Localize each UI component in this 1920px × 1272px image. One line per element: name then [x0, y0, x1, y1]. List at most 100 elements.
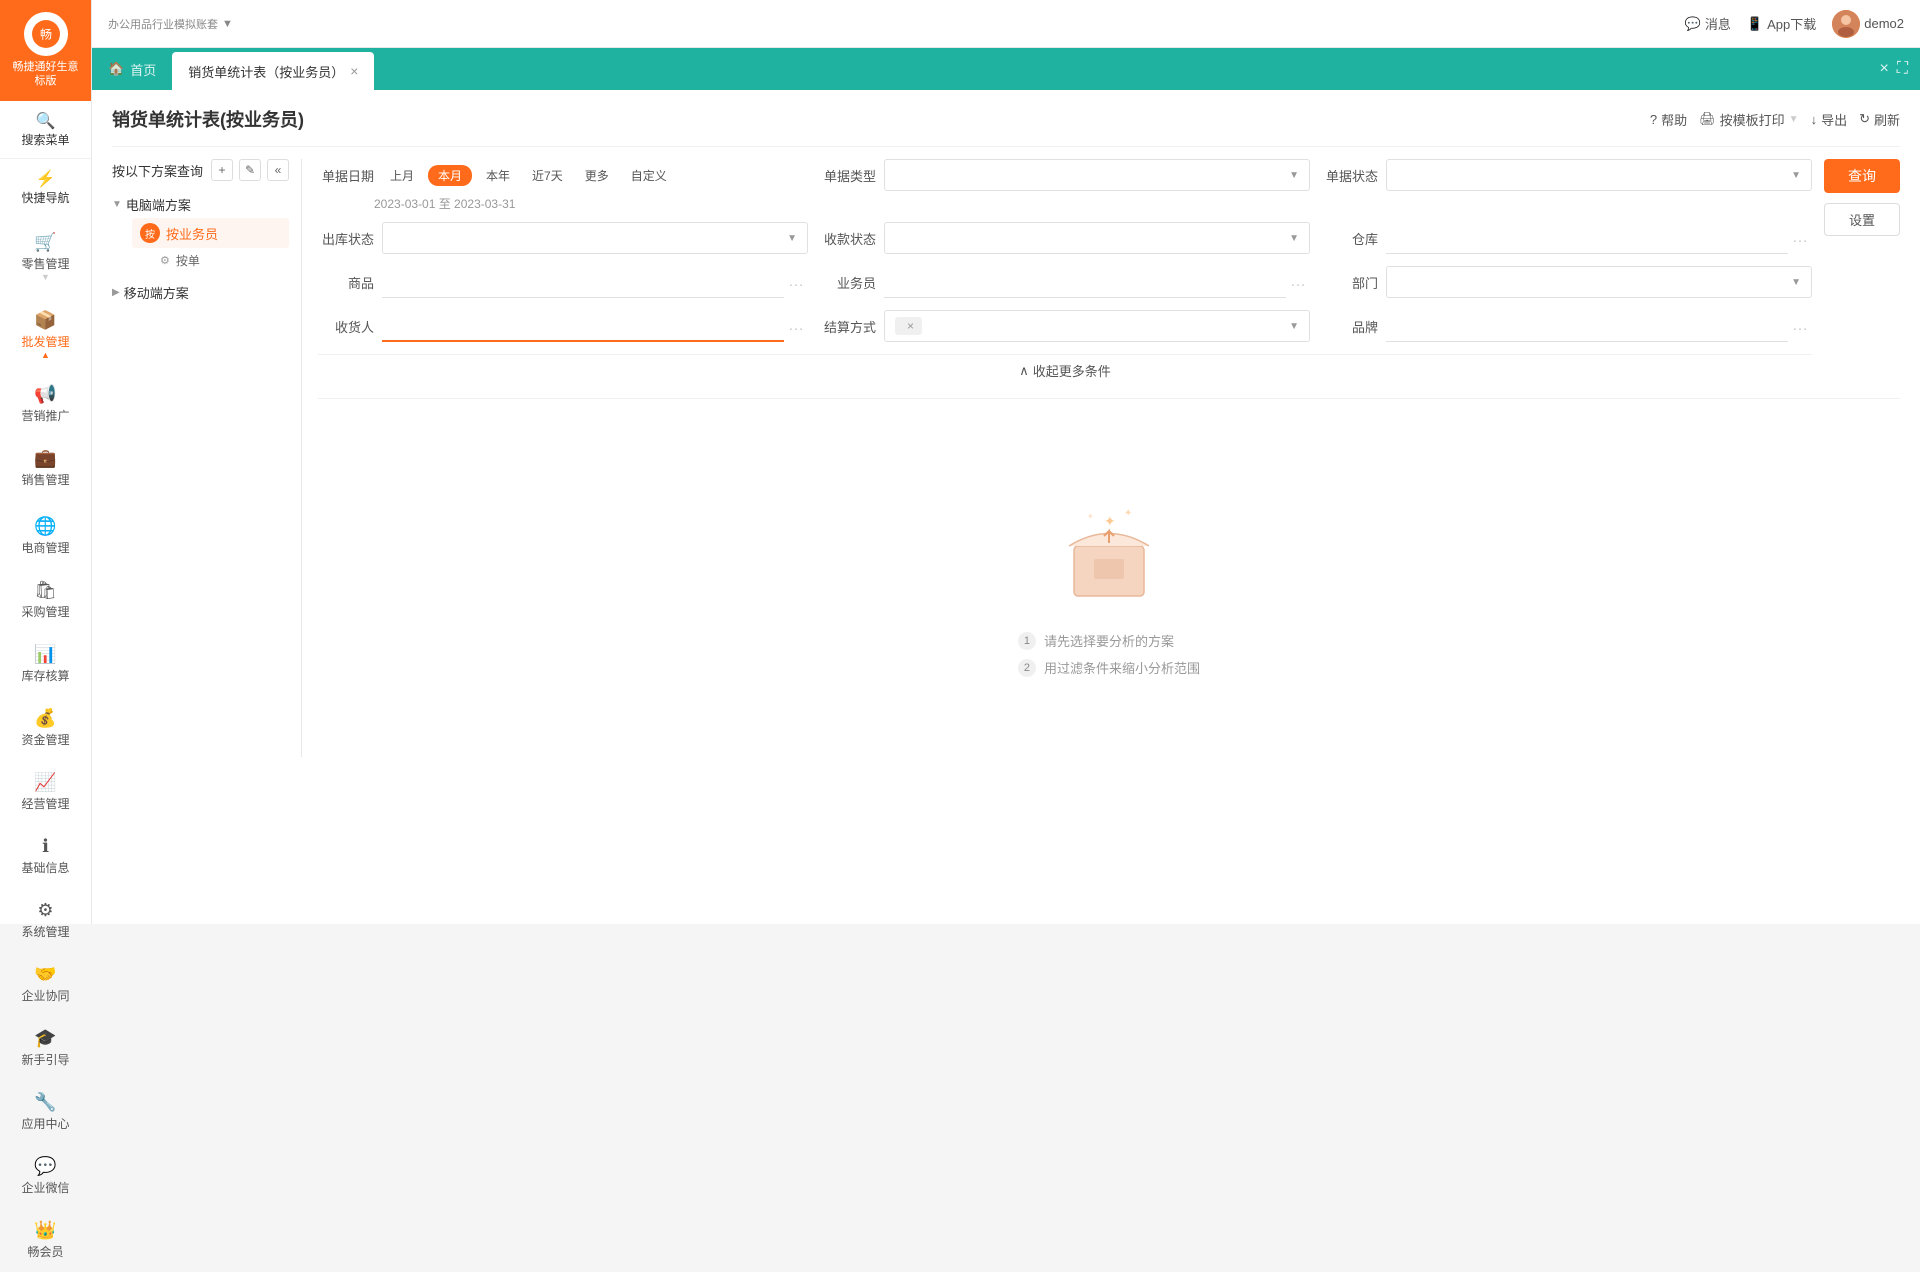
sidebar-item-sales[interactable]: 💼 销售管理	[0, 436, 91, 500]
sidebar-item-marketing[interactable]: 📢 营销推广	[0, 372, 91, 436]
refresh-btn[interactable]: ↻ 刷新	[1859, 110, 1900, 129]
date-btn-last-month[interactable]: 上月	[382, 165, 422, 186]
filter-out-status: 出库状态 ▼	[318, 222, 808, 254]
sidebar-item-purchase[interactable]: 🛍 采购管理	[0, 568, 91, 632]
collapse-btn[interactable]: ∧ 收起更多条件	[1019, 361, 1111, 380]
help-btn[interactable]: ? 帮助	[1650, 110, 1687, 129]
sidebar-item-finance[interactable]: 💰 资金管理	[0, 696, 91, 760]
desktop-section-label: 电脑端方案	[126, 195, 191, 214]
salesperson-dots-icon[interactable]: …	[1286, 273, 1310, 291]
brand-dots-icon[interactable]: …	[1788, 317, 1812, 335]
app-logo[interactable]: 畅 畅捷通好生意 标版	[0, 0, 91, 101]
add-scheme-btn[interactable]: +	[211, 159, 233, 181]
desktop-children: 按 按业务员 ⚙ 按单	[112, 218, 289, 273]
empty-text: 1 请先选择要分析的方案 2 用过滤条件来缩小分析范围	[1018, 631, 1200, 677]
warehouse-dots-icon[interactable]: …	[1788, 229, 1812, 247]
sidebar: 畅 畅捷通好生意 标版 🔍 搜索菜单 ⚡ 快捷导航 🛒 零售管理 ▼ 📦 批发管…	[0, 0, 92, 924]
sidebar-item-operation[interactable]: 📈 经营管理	[0, 760, 91, 824]
message-label: 消息	[1705, 14, 1731, 33]
left-panel-title: 按以下方案查询	[112, 161, 203, 180]
scheme-by-salesperson-label: 按业务员	[166, 224, 218, 243]
user-profile[interactable]: demo2	[1832, 10, 1904, 38]
salesperson-input[interactable]	[884, 266, 1286, 298]
scheme-by-salesperson[interactable]: 按 按业务员	[132, 218, 289, 248]
scheme-by-order[interactable]: ⚙ 按单	[132, 248, 289, 273]
sidebar-item-search[interactable]: 🔍 搜索菜单	[0, 101, 91, 159]
mobile-section-header[interactable]: ▶ 移动端方案	[112, 279, 289, 306]
sidebar-item-newbie[interactable]: 🎓 新手引导	[0, 1016, 91, 1080]
btn-group: 查询 设置	[1824, 159, 1900, 236]
header-left: 办公用品行业模拟账套 ▼	[108, 16, 233, 32]
empty-state: ✦ ✦ ✦ 1 请先选择要分析的方案	[318, 411, 1900, 757]
date-btn-this-year[interactable]: 本年	[478, 165, 518, 186]
collapse-panel-btn[interactable]: «	[267, 159, 289, 181]
out-status-select[interactable]: ▼	[382, 222, 808, 254]
date-btn-7days[interactable]: 近7天	[524, 165, 571, 186]
main-area: 办公用品行业模拟账套 ▼ 💬 消息 📱 App下载	[92, 0, 1920, 924]
svg-text:✦: ✦	[1124, 508, 1132, 519]
date-btn-custom[interactable]: 自定义	[623, 165, 675, 186]
warehouse-input[interactable]	[1386, 222, 1788, 254]
sidebar-item-inventory[interactable]: 📊 库存核算	[0, 632, 91, 696]
tab-close-icon[interactable]: ×	[350, 64, 358, 78]
consignee-dots-icon[interactable]: …	[784, 317, 808, 335]
sidebar-item-system[interactable]: ⚙ 系统管理	[0, 888, 91, 952]
filter-dept: 部门 ▼	[1322, 266, 1812, 298]
warehouse-input-wrap: …	[1386, 222, 1812, 254]
sidebar-item-apps[interactable]: 🔧 应用中心	[0, 1080, 91, 1144]
filter-payment-method: 结算方式 × ▼	[820, 310, 1310, 342]
tab-bar: 🏠 首页 销货单统计表（按业务员） × × ⛶	[92, 48, 1920, 90]
receipt-status-select[interactable]: ▼	[884, 222, 1310, 254]
query-btn[interactable]: 查询	[1824, 159, 1900, 193]
tab-sales-stat[interactable]: 销货单统计表（按业务员） ×	[172, 52, 374, 90]
sidebar-item-retail[interactable]: 🛒 零售管理 ▼	[0, 220, 91, 294]
payment-method-tag-close-btn[interactable]: ×	[907, 319, 914, 333]
sidebar-item-ecommerce[interactable]: 🌐 电商管理	[0, 504, 91, 568]
goods-input[interactable]	[382, 266, 784, 298]
sidebar-item-member[interactable]: 👑 畅会员	[0, 1208, 91, 1272]
filter-brand: 品牌 …	[1322, 310, 1812, 342]
message-action[interactable]: 💬 消息	[1685, 14, 1731, 33]
payment-method-tag: ×	[895, 317, 922, 335]
print-btn[interactable]: 🖨 按模板打印 ▼	[1699, 110, 1798, 129]
out-status-arrow-icon: ▼	[787, 233, 797, 244]
empty-step-2: 2 用过滤条件来缩小分析范围	[1018, 658, 1200, 677]
scheme-by-order-label: 按单	[176, 252, 200, 269]
tab-home[interactable]: 🏠 首页	[92, 48, 172, 90]
doc-status-select[interactable]: ▼	[1386, 159, 1812, 191]
export-btn[interactable]: ↓ 导出	[1811, 110, 1848, 129]
goods-dots-icon[interactable]: …	[784, 273, 808, 291]
dept-select[interactable]: ▼	[1386, 266, 1812, 298]
date-label: 单据日期	[318, 166, 374, 185]
payment-method-select[interactable]: × ▼	[884, 310, 1310, 342]
right-panel: 单据日期 上月 本月 本年 近7天 更多 自定义	[302, 159, 1900, 757]
filter-row-3: 商品 … 业务员	[318, 266, 1812, 298]
filter-doc-status: 单据状态 ▼	[1322, 159, 1812, 191]
title-actions: ? 帮助 🖨 按模板打印 ▼ ↓ 导出 ↻ 刷新	[1650, 110, 1900, 129]
settings-btn[interactable]: 设置	[1824, 203, 1900, 236]
out-status-label: 出库状态	[318, 229, 374, 248]
scheme-icon: 按	[140, 223, 160, 243]
edit-scheme-btn[interactable]: ✎	[239, 159, 261, 181]
app-download-action[interactable]: 📱 App下载	[1747, 14, 1816, 33]
brand-input[interactable]	[1386, 310, 1788, 342]
desktop-section-header[interactable]: ▼ 电脑端方案	[112, 191, 289, 218]
doc-type-label: 单据类型	[820, 166, 876, 185]
sidebar-item-wechat[interactable]: 💬 企业微信	[0, 1144, 91, 1208]
consignee-input[interactable]	[382, 310, 784, 342]
date-btn-more[interactable]: 更多	[577, 165, 617, 186]
app-selector[interactable]: 办公用品行业模拟账套 ▼	[108, 16, 233, 32]
sidebar-item-quicknav[interactable]: ⚡ 快捷导航	[0, 159, 91, 216]
tab-maximize-btn[interactable]: ⛶	[1897, 60, 1908, 78]
date-btn-this-month[interactable]: 本月	[428, 165, 472, 186]
sidebar-item-enterprise[interactable]: 🤝 企业协同	[0, 952, 91, 1016]
tab-close-all-btn[interactable]: ×	[1879, 60, 1888, 78]
doc-type-select[interactable]: ▼	[884, 159, 1310, 191]
print-label: 按模板打印	[1720, 110, 1785, 129]
salesperson-label: 业务员	[820, 273, 876, 292]
filter-goods: 商品 …	[318, 266, 808, 298]
sidebar-item-basic[interactable]: ℹ 基础信息	[0, 824, 91, 888]
sidebar-item-wholesale[interactable]: 📦 批发管理 ▲	[0, 298, 91, 372]
print-arrow-icon: ▼	[1789, 114, 1799, 125]
svg-text:✦: ✦	[1104, 513, 1116, 529]
